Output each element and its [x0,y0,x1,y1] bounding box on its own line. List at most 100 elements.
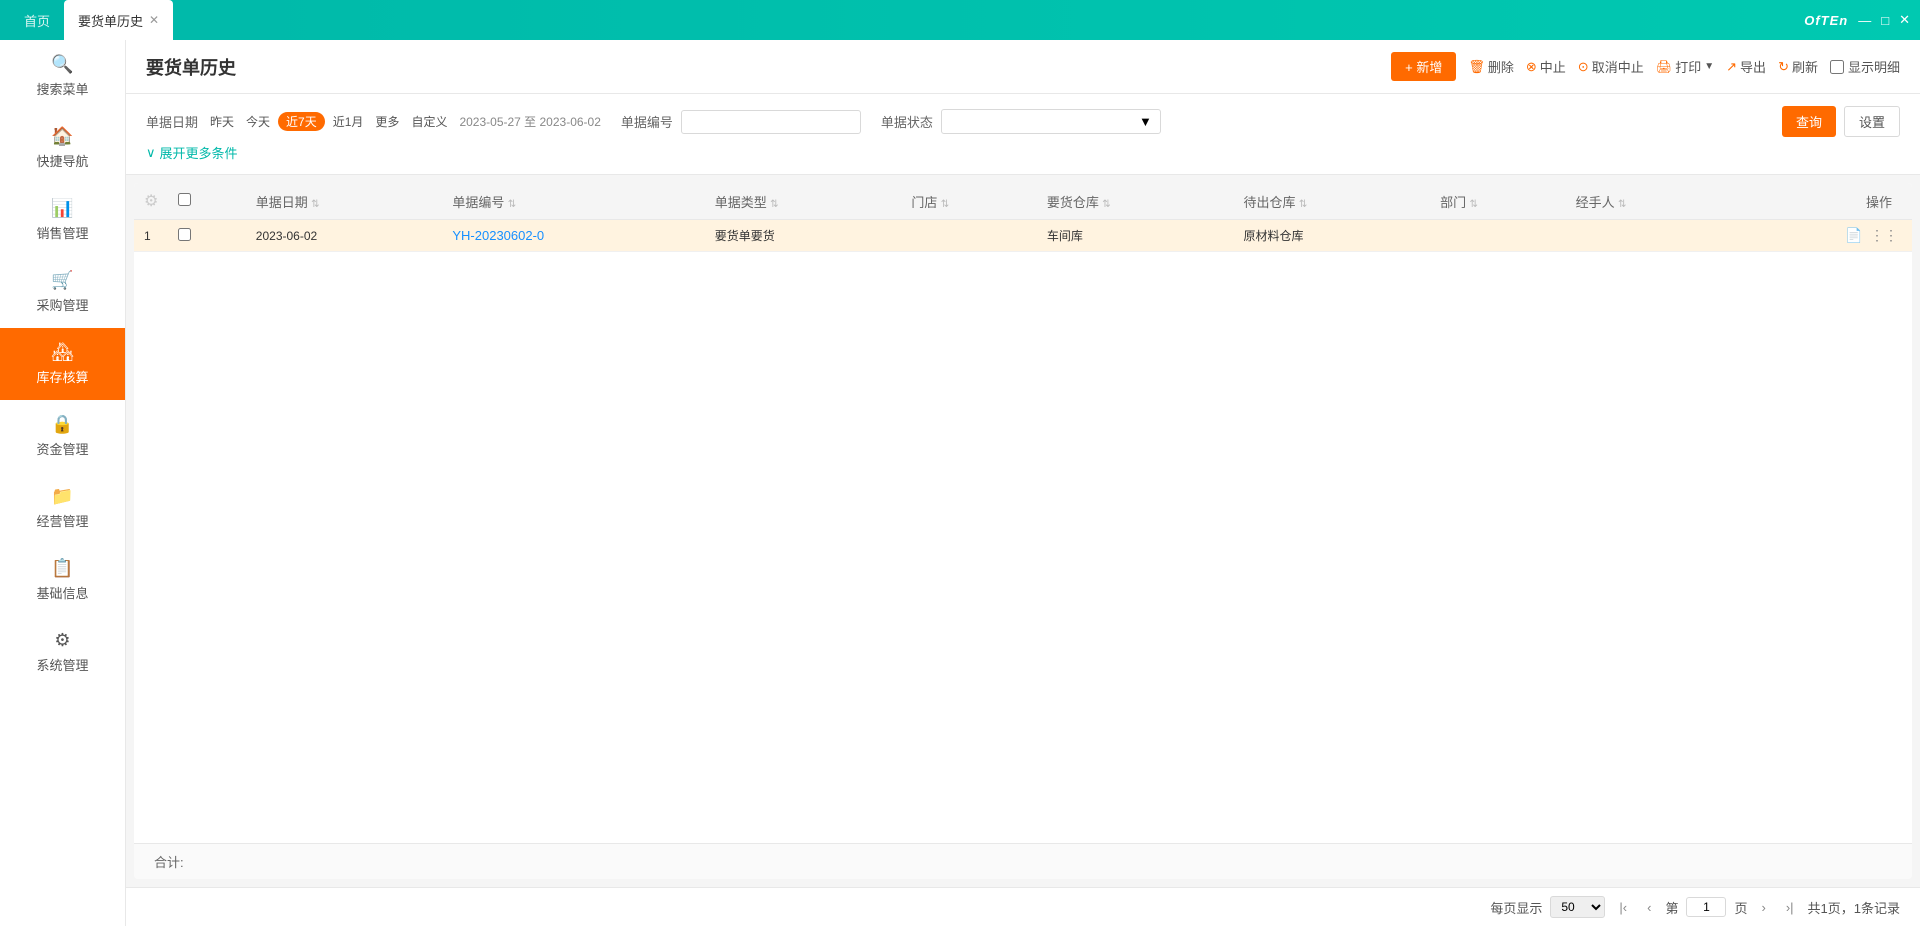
expand-more-btn[interactable]: ∨ 展开更多条件 [146,143,1900,162]
cancel-stop-button[interactable]: ⊙ 取消中止 [1578,57,1644,76]
th-operation: 操作 [1732,183,1912,220]
purchase-icon: 🛒 [51,270,73,291]
th-pending-warehouse[interactable]: 待出仓库 ⇅ [1234,183,1431,220]
th-handler[interactable]: 经手人 ⇅ [1566,183,1732,220]
cell-operation: 📄 ⋮⋮ [1732,220,1912,252]
page-suffix: 页 [1734,898,1747,917]
show-detail-toggle[interactable]: 显示明细 [1830,57,1900,76]
cell-department [1430,220,1566,252]
table-spacer [134,252,1912,843]
date-7days-btn[interactable]: 近7天 [278,112,325,131]
sidebar-item-finance[interactable]: 🔒 资金管理 [0,400,125,472]
print-button[interactable]: 🖨 打印 ▼ [1656,57,1714,76]
system-icon: ⚙ [54,630,70,651]
per-page-select[interactable]: 50 100 200 [1550,896,1605,918]
date-range-display: 2023-05-27 至 2023-06-02 [459,113,600,130]
home-icon: 🏠 [51,126,73,147]
table-header-row: ⚙ 单据日期 ⇅ 单据编号 ⇅ [134,183,1912,220]
th-doc-date[interactable]: 单据日期 ⇅ [246,183,443,220]
status-select[interactable]: ▼ [941,109,1161,134]
inventory-icon: 🏘 [51,342,74,363]
status-select-arrow: ▼ [1139,114,1152,129]
next-page-btn[interactable]: › [1755,898,1771,917]
date-today-btn[interactable]: 今天 [242,112,274,131]
first-page-btn[interactable]: |‹ [1613,898,1633,917]
sidebar-item-purchase[interactable]: 🛒 采购管理 [0,256,125,328]
operations-icon: 📁 [51,486,73,507]
th-req-warehouse[interactable]: 要货仓库 ⇅ [1037,183,1234,220]
show-detail-checkbox[interactable] [1830,60,1844,74]
doc-num-input[interactable] [681,110,861,134]
cell-handler [1566,220,1732,252]
data-table: ⚙ 单据日期 ⇅ 单据编号 ⇅ [134,183,1912,252]
close-btn[interactable]: ✕ [1899,12,1910,28]
expand-icon: ∨ [146,145,156,161]
sidebar-item-operations[interactable]: 📁 经营管理 [0,472,125,544]
stop-button[interactable]: ⊗ 中止 [1526,57,1566,76]
cell-doc-num: YH-20230602-0 [442,220,704,252]
sidebar-item-inventory[interactable]: 🏘 库存核算 [0,328,125,400]
date-more-btn[interactable]: 更多 [371,112,403,131]
delete-button[interactable]: 🗑 删除 [1468,57,1514,76]
doc-num-label: 单据编号 [621,112,673,131]
filter-action-buttons: 查询 设置 [1782,106,1900,137]
filter-row-1: 单据日期 昨天 今天 近7天 近1月 更多 自定义 2023-05-27 至 2… [146,106,1900,137]
settings-button[interactable]: 设置 [1844,106,1900,137]
cell-pending-warehouse: 原材料仓库 [1234,220,1431,252]
total-records: 共1页，1条记录 [1808,898,1900,917]
cell-req-warehouse: 车间库 [1037,220,1234,252]
doc-num-filter-group: 单据编号 [621,110,861,134]
page-header: 要货单历史 + 新增 🗑 删除 ⊗ 中止 ⊙ 取消中止 🖨 打印 [126,40,1920,94]
tab-requisition-history[interactable]: 要货单历史 ✕ [64,0,173,40]
row-view-icon[interactable]: 📄 [1845,227,1862,243]
header-actions: + 新增 🗑 删除 ⊗ 中止 ⊙ 取消中止 🖨 打印 ▼ [1391,52,1900,81]
sort-department-icon: ⇅ [1469,199,1477,210]
sidebar-item-nav[interactable]: 🏠 快捷导航 [0,112,125,184]
sales-icon: 📊 [51,198,73,219]
sidebar-item-search[interactable]: 🔍 搜索菜单 [0,40,125,112]
content-area: 要货单历史 + 新增 🗑 删除 ⊗ 中止 ⊙ 取消中止 🖨 打印 [126,40,1920,926]
date-quick-buttons: 昨天 今天 近7天 近1月 更多 自定义 [206,112,451,131]
th-checkbox [168,183,245,220]
prev-page-btn[interactable]: ‹ [1641,898,1657,917]
row-edit-icon[interactable]: ⋮⋮ [1870,227,1898,243]
tab-home[interactable]: 首页 [10,0,64,40]
sort-doc-num-icon: ⇅ [508,199,516,210]
th-store[interactable]: 门店 ⇅ [901,183,1037,220]
export-icon: ↗ [1726,59,1737,75]
basic-info-icon: 📋 [51,558,73,579]
close-tab-icon[interactable]: ✕ [149,13,159,27]
new-button[interactable]: + 新增 [1391,52,1456,81]
minimize-btn[interactable]: — [1858,13,1871,28]
date-yesterday-btn[interactable]: 昨天 [206,112,238,131]
sidebar-item-basic-info[interactable]: 📋 基础信息 [0,544,125,616]
th-doc-num[interactable]: 单据编号 ⇅ [442,183,704,220]
sort-store-icon: ⇅ [941,199,949,210]
select-all-checkbox[interactable] [178,193,191,206]
delete-icon: 🗑 [1468,59,1485,75]
th-doc-type[interactable]: 单据类型 ⇅ [705,183,902,220]
date-1month-btn[interactable]: 近1月 [329,112,368,131]
doc-num-link[interactable]: YH-20230602-0 [452,228,544,243]
th-settings: ⚙ [134,183,168,220]
query-button[interactable]: 查询 [1782,106,1836,137]
maximize-btn[interactable]: □ [1881,13,1889,28]
date-custom-btn[interactable]: 自定义 [407,112,451,131]
cell-doc-type: 要货单要货 [705,220,902,252]
refresh-button[interactable]: ↻ 刷新 [1778,57,1818,76]
refresh-icon: ↻ [1778,59,1789,75]
sidebar: 🔍 搜索菜单 🏠 快捷导航 📊 销售管理 🛒 采购管理 🏘 库存核算 🔒 资金管… [0,40,126,926]
export-button[interactable]: ↗ 导出 [1726,57,1766,76]
row-checkbox[interactable] [178,228,191,241]
sidebar-item-system[interactable]: ⚙ 系统管理 [0,616,125,688]
th-department[interactable]: 部门 ⇅ [1430,183,1566,220]
table-settings-icon[interactable]: ⚙ [144,193,158,210]
page-label: 第 [1665,898,1678,917]
filter-area: 单据日期 昨天 今天 近7天 近1月 更多 自定义 2023-05-27 至 2… [126,94,1920,175]
cancel-stop-icon: ⊙ [1578,59,1589,75]
print-icon: 🖨 [1656,59,1673,75]
status-label: 单据状态 [881,112,933,131]
page-number-input[interactable] [1686,897,1726,917]
sidebar-item-sales[interactable]: 📊 销售管理 [0,184,125,256]
last-page-btn[interactable]: ›| [1780,898,1800,917]
